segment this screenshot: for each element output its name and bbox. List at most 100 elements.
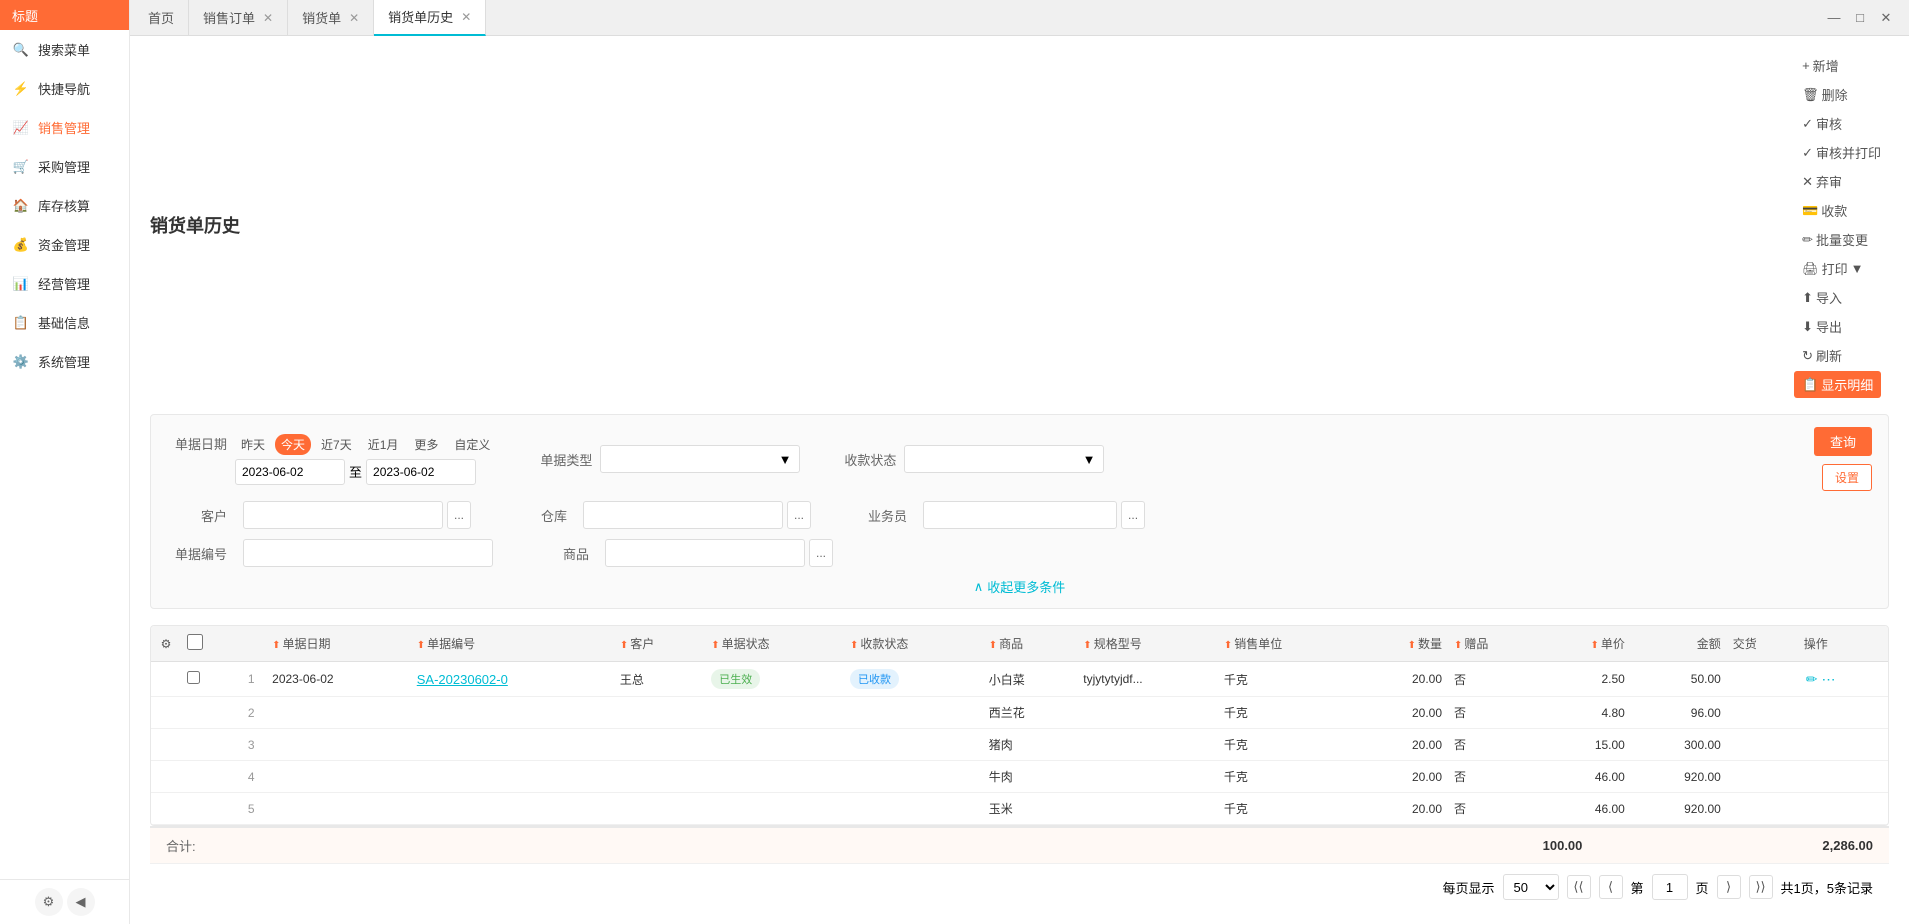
collect-status-label: 收款状态 <box>836 450 896 469</box>
row-num: 3 <box>236 729 266 761</box>
date-tab-yesterday[interactable]: 昨天 <box>235 434 271 455</box>
doc-num-link[interactable]: SA-20230602-0 <box>417 672 508 687</box>
date-tab-1month[interactable]: 近1月 <box>362 434 405 455</box>
row-collect-status <box>844 793 983 825</box>
tab-sales-order[interactable]: 销售订单 ✕ <box>189 0 288 36</box>
batch-change-icon: ✏ <box>1802 232 1813 248</box>
row-trade <box>1727 697 1798 729</box>
export-label: 导出 <box>1816 317 1842 336</box>
show-detail-btn[interactable]: 📋 显示明细 <box>1794 371 1881 398</box>
col-doc-date[interactable]: ⬆单据日期 <box>266 626 411 662</box>
row-num: 5 <box>236 793 266 825</box>
row-gear <box>151 662 181 697</box>
col-amount[interactable]: 金额 <box>1631 626 1727 662</box>
goods-ellipsis-btn[interactable]: ... <box>809 539 833 567</box>
next-page-btn[interactable]: ⟩ <box>1717 875 1741 899</box>
tab-sales-goods[interactable]: 销货单 ✕ <box>288 0 374 36</box>
tab-sales-history-close[interactable]: ✕ <box>461 10 471 24</box>
import-btn[interactable]: ⬆ 导入 <box>1794 284 1850 311</box>
page-size-select[interactable]: 50 100 200 <box>1503 874 1559 900</box>
abandon-btn[interactable]: ✕ 弃审 <box>1794 168 1850 195</box>
last-page-btn[interactable]: ⟩⟩ <box>1749 875 1773 899</box>
col-spec[interactable]: ⬆规格型号 <box>1077 626 1218 662</box>
tab-sales-order-close[interactable]: ✕ <box>263 11 273 25</box>
print-btn[interactable]: 🖨 打印 ▼ <box>1794 255 1871 282</box>
page-input[interactable] <box>1652 874 1688 900</box>
col-qty[interactable]: ⬆数量 <box>1357 626 1448 662</box>
page-unit: 页 <box>1696 878 1709 897</box>
date-tabs: 昨天 今天 近7天 近1月 更多 自定义 <box>235 434 496 455</box>
customer-ellipsis-btn[interactable]: ... <box>447 501 471 529</box>
col-collect-status[interactable]: ⬆收款状态 <box>844 626 983 662</box>
date-to-input[interactable] <box>366 459 476 485</box>
customer-input[interactable] <box>243 501 443 529</box>
sidebar-item-search-menu[interactable]: 🔍 搜索菜单 <box>0 30 129 69</box>
summary-total-amount: 2,286.00 <box>1822 838 1873 853</box>
first-page-btn[interactable]: ⟨⟨ <box>1567 875 1591 899</box>
collect-status-select[interactable]: ▼ <box>904 445 1104 473</box>
sidebar-item-sales-mgmt[interactable]: 📈 销售管理 <box>0 108 129 147</box>
goods-input[interactable] <box>605 539 805 567</box>
sidebar-item-system-mgmt[interactable]: ⚙️ 系统管理 <box>0 342 129 381</box>
col-gift[interactable]: ⬆赠品 <box>1448 626 1539 662</box>
sidebar-item-purchase-mgmt[interactable]: 🛒 采购管理 <box>0 147 129 186</box>
salesman-ellipsis-btn[interactable]: ... <box>1121 501 1145 529</box>
row-trade <box>1727 793 1798 825</box>
data-table-wrapper: ⚙ ⬆单据日期 ⬆单据编号 ⬆客户 ⬆单据状态 ⬆收款状态 ⬆商品 ⬆规格型号 … <box>150 625 1889 826</box>
more-action-icon[interactable]: ⋯ <box>1821 671 1835 687</box>
date-from-input[interactable] <box>235 459 345 485</box>
date-tab-custom[interactable]: 自定义 <box>448 434 496 455</box>
batch-change-btn[interactable]: ✏ 批量变更 <box>1794 226 1876 253</box>
col-doc-status[interactable]: ⬆单据状态 <box>705 626 844 662</box>
delete-btn[interactable]: 🗑 删除 <box>1794 81 1856 108</box>
col-goods[interactable]: ⬆商品 <box>983 626 1078 662</box>
collapse-btn[interactable]: ∧ 收起更多条件 <box>167 577 1872 596</box>
header-checkbox[interactable] <box>187 634 203 650</box>
query-btn[interactable]: 查询 <box>1814 427 1872 456</box>
col-unit[interactable]: ⬆销售单位 <box>1218 626 1357 662</box>
table-row: 5 玉米 千克 20.00 否 46.00 920.00 <box>151 793 1888 825</box>
audit-print-btn[interactable]: ✓ 审核并打印 <box>1794 139 1889 166</box>
date-tab-today[interactable]: 今天 <box>275 434 311 455</box>
refresh-label: 刷新 <box>1816 346 1842 365</box>
close-btn[interactable]: ✕ <box>1875 7 1897 29</box>
print-arrow-icon: ▼ <box>1851 261 1864 276</box>
sidebar-item-operation-mgmt[interactable]: 📊 经营管理 <box>0 264 129 303</box>
new-btn[interactable]: + 新增 <box>1794 52 1847 79</box>
doc-type-select[interactable]: ▼ <box>600 445 800 473</box>
sidebar-collapse-btn[interactable]: ◀ <box>67 888 95 916</box>
col-unit-price[interactable]: ⬆单价 <box>1539 626 1630 662</box>
col-gear[interactable]: ⚙ <box>151 626 181 662</box>
col-customer[interactable]: ⬆客户 <box>614 626 705 662</box>
table-row: 1 2023-06-02 SA-20230602-0 王总 已生效 已收款 小白… <box>151 662 1888 697</box>
sidebar-settings-btn[interactable]: ⚙ <box>35 888 63 916</box>
audit-btn[interactable]: ✓ 审核 <box>1794 110 1850 137</box>
refresh-btn[interactable]: ↻ 刷新 <box>1794 342 1850 369</box>
sidebar-item-inventory[interactable]: 🏠 库存核算 <box>0 186 129 225</box>
export-btn[interactable]: ⬇ 导出 <box>1794 313 1850 340</box>
row-checkbox-input[interactable] <box>187 671 200 684</box>
maximize-btn[interactable]: □ <box>1849 7 1871 29</box>
sidebar-item-label: 基础信息 <box>38 313 90 332</box>
doc-num-input[interactable] <box>243 539 493 567</box>
date-tab-more[interactable]: 更多 <box>408 434 444 455</box>
date-tab-7days[interactable]: 近7天 <box>315 434 358 455</box>
sidebar-item-quick-nav[interactable]: ⚡ 快捷导航 <box>0 69 129 108</box>
tab-home[interactable]: 首页 <box>134 0 189 36</box>
minimize-btn[interactable]: — <box>1823 7 1845 29</box>
tab-sales-history[interactable]: 销货单历史 ✕ <box>374 0 486 36</box>
warehouse-ellipsis-btn[interactable]: ... <box>787 501 811 529</box>
edit-action-icon[interactable]: ✏ <box>1806 671 1818 687</box>
warehouse-input[interactable] <box>583 501 783 529</box>
set-btn[interactable]: 设置 <box>1822 464 1872 491</box>
prev-page-btn[interactable]: ⟨ <box>1599 875 1623 899</box>
salesman-input[interactable] <box>923 501 1117 529</box>
sidebar-item-basic-info[interactable]: 📋 基础信息 <box>0 303 129 342</box>
row-trade <box>1727 662 1798 697</box>
sidebar-item-finance-mgmt[interactable]: 💰 资金管理 <box>0 225 129 264</box>
query-set-panel: 查询 设置 <box>1814 427 1872 491</box>
row-doc-date <box>266 761 411 793</box>
collect-btn[interactable]: 💳 收款 <box>1794 197 1855 224</box>
col-doc-num[interactable]: ⬆单据编号 <box>411 626 614 662</box>
tab-sales-goods-close[interactable]: ✕ <box>349 11 359 25</box>
